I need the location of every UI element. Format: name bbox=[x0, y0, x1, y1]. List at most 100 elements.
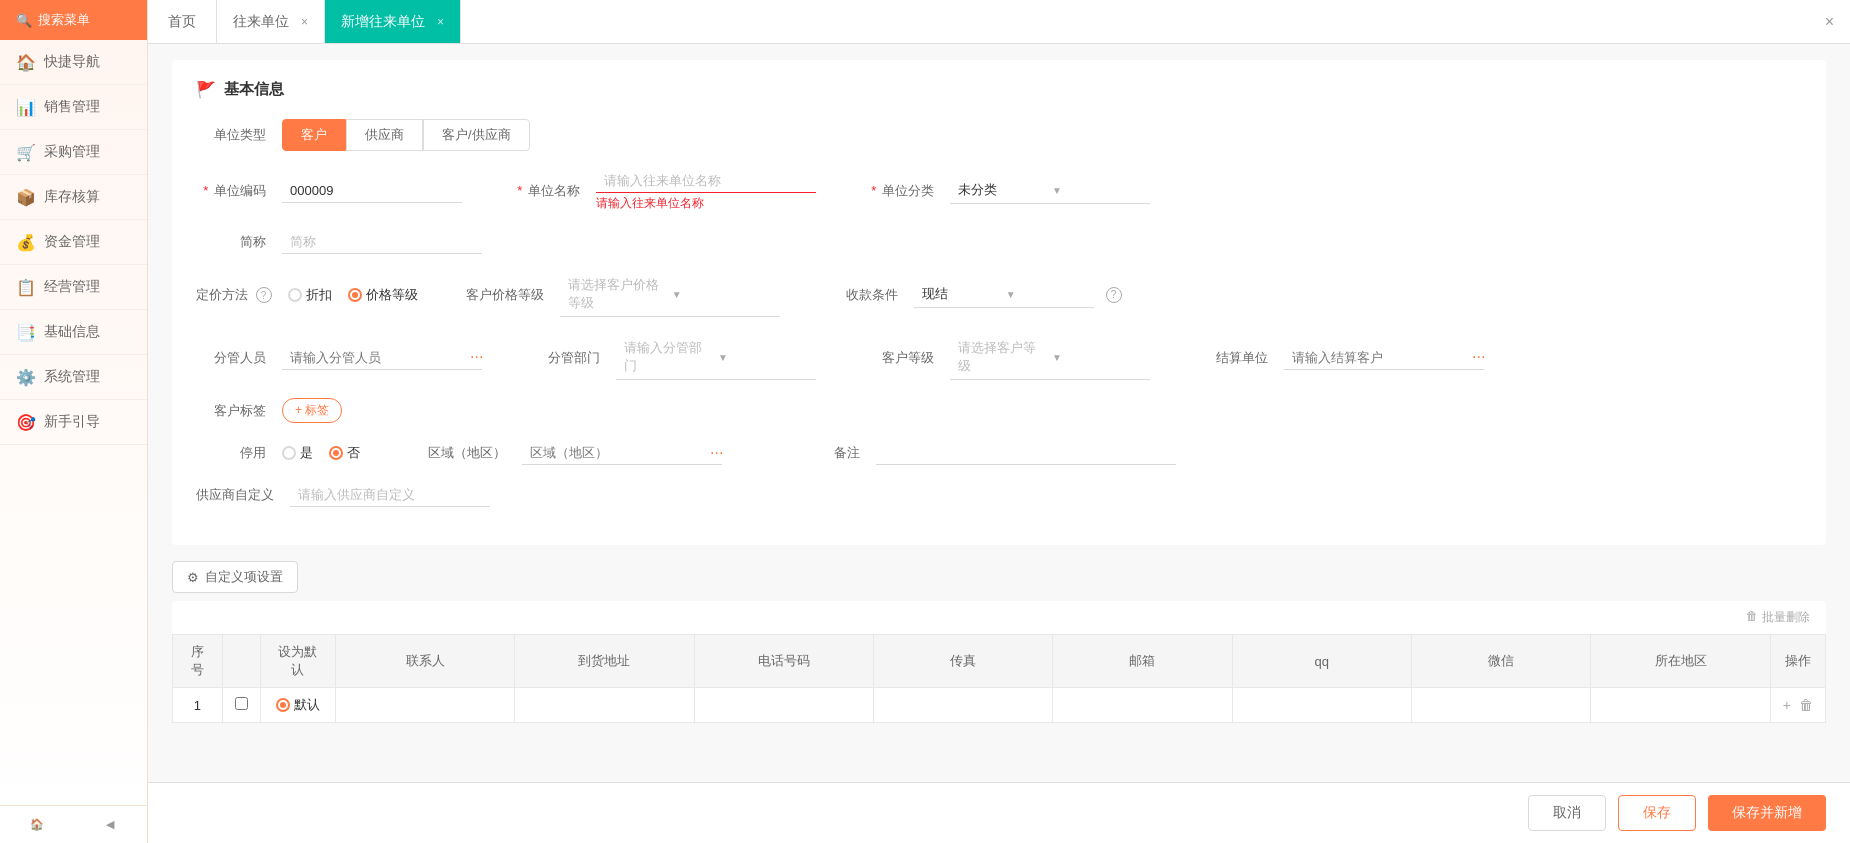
row-region-input[interactable] bbox=[1603, 698, 1757, 713]
short-name-input[interactable] bbox=[282, 230, 482, 254]
btn-supplier[interactable]: 供应商 bbox=[346, 119, 423, 151]
th-phone: 电话号码 bbox=[694, 635, 873, 688]
th-qq: qq bbox=[1232, 635, 1411, 688]
contacts-table-section: 🗑 批量删除 序号 设为默认 联系人 到货地址 电话号码 传真 邮箱 qq bbox=[172, 601, 1826, 723]
customer-price-select[interactable]: 请选择客户价格等级 ▼ bbox=[560, 272, 780, 317]
sidebar-item-label: 库存核算 bbox=[44, 188, 100, 206]
customer-level-select[interactable]: 请选择客户等级 ▼ bbox=[950, 335, 1150, 380]
tab-home-label: 首页 bbox=[168, 13, 196, 31]
default-radio-cell[interactable]: 默认 bbox=[273, 696, 323, 714]
settlement-label: 结算单位 bbox=[1198, 349, 1268, 367]
td-contact[interactable] bbox=[335, 688, 514, 723]
customer-level-label: 客户等级 bbox=[864, 349, 934, 367]
tab-new-contact[interactable]: 新增往来单位 × bbox=[325, 0, 461, 43]
td-wechat[interactable] bbox=[1412, 688, 1591, 723]
unit-code-name-row: * 单位编码 * 单位名称 请输入往来单位名称 * 单位分类 bbox=[196, 169, 1802, 212]
supplier-custom-label: 供应商自定义 bbox=[196, 486, 274, 504]
wechat-input[interactable] bbox=[1424, 698, 1578, 713]
td-region[interactable] bbox=[1591, 688, 1770, 723]
td-phone[interactable] bbox=[694, 688, 873, 723]
tab-home[interactable]: 首页 bbox=[148, 0, 217, 43]
pricing-level-label: 价格等级 bbox=[366, 286, 418, 304]
tab-contacts-close[interactable]: × bbox=[301, 15, 308, 29]
sidebar-item-finance[interactable]: 💰 资金管理 bbox=[0, 220, 147, 265]
region-input[interactable] bbox=[522, 441, 706, 464]
chart-icon: 📊 bbox=[16, 97, 36, 117]
disable-no-label: 否 bbox=[347, 444, 360, 462]
supplier-custom-input[interactable] bbox=[290, 483, 490, 507]
phone-input[interactable] bbox=[707, 698, 861, 713]
settlement-input[interactable] bbox=[1284, 346, 1468, 369]
td-checkbox[interactable] bbox=[222, 688, 260, 723]
unit-code-input[interactable] bbox=[282, 179, 462, 203]
settlement-input-group: ··· bbox=[1284, 346, 1484, 370]
sidebar-home-btn[interactable]: 🏠 bbox=[0, 806, 74, 843]
sidebar-item-basic[interactable]: 📑 基础信息 bbox=[0, 310, 147, 355]
sidebar-item-quick-nav[interactable]: 🏠 快捷导航 bbox=[0, 40, 147, 85]
sidebar-item-purchase[interactable]: 🛒 采购管理 bbox=[0, 130, 147, 175]
manager-input-group: ··· bbox=[282, 346, 482, 370]
chevron-down-icon: ▼ bbox=[1052, 185, 1142, 196]
email-input[interactable] bbox=[1065, 698, 1219, 713]
bottom-bar: 取消 保存 保存并新增 bbox=[148, 782, 1850, 843]
td-qq[interactable] bbox=[1232, 688, 1411, 723]
manager-input[interactable] bbox=[282, 346, 466, 369]
remark-input[interactable] bbox=[876, 441, 1176, 465]
pricing-level[interactable]: 价格等级 bbox=[348, 286, 418, 304]
td-fax[interactable] bbox=[873, 688, 1052, 723]
row-checkbox[interactable] bbox=[235, 697, 248, 710]
contact-input[interactable] bbox=[348, 698, 502, 713]
th-region: 所在地区 bbox=[1591, 635, 1770, 688]
payment-select[interactable]: 现结 ▼ bbox=[914, 281, 1094, 308]
disable-label: 停用 bbox=[196, 444, 266, 462]
tab-new-contact-close[interactable]: × bbox=[437, 15, 444, 29]
disable-no[interactable]: 否 bbox=[329, 444, 360, 462]
pricing-help-icon[interactable]: ? bbox=[256, 287, 272, 303]
gear-icon: ⚙️ bbox=[16, 367, 36, 387]
add-tag-btn[interactable]: + 标签 bbox=[282, 398, 342, 423]
window-close-btn[interactable]: × bbox=[1809, 0, 1850, 43]
sidebar-item-label: 基础信息 bbox=[44, 323, 100, 341]
pricing-discount[interactable]: 折扣 bbox=[288, 286, 332, 304]
btn-customer[interactable]: 客户 bbox=[282, 119, 346, 151]
manager-more-btn[interactable]: ··· bbox=[466, 348, 487, 366]
department-select[interactable]: 请输入分管部门 ▼ bbox=[616, 335, 816, 380]
tab-contacts[interactable]: 往来单位 × bbox=[217, 0, 325, 43]
sidebar-search[interactable]: 🔍 搜索菜单 bbox=[0, 0, 147, 40]
batch-delete-btn[interactable]: 批量删除 bbox=[1762, 609, 1810, 626]
sidebar-item-inventory[interactable]: 📦 库存核算 bbox=[0, 175, 147, 220]
tab-new-contact-label: 新增往来单位 bbox=[341, 13, 425, 31]
sidebar-item-newbie[interactable]: 🎯 新手引导 bbox=[0, 400, 147, 445]
contacts-table: 序号 设为默认 联系人 到货地址 电话号码 传真 邮箱 qq 微信 所在地区 操… bbox=[172, 634, 1826, 723]
unit-type-row: 单位类型 客户 供应商 客户/供应商 bbox=[196, 119, 1802, 151]
save-new-button[interactable]: 保存并新增 bbox=[1708, 795, 1826, 831]
td-address[interactable] bbox=[515, 688, 694, 723]
sidebar-item-operations[interactable]: 📋 经营管理 bbox=[0, 265, 147, 310]
unit-type-label: 单位类型 bbox=[196, 126, 266, 144]
td-email[interactable] bbox=[1053, 688, 1232, 723]
settlement-more-btn[interactable]: ··· bbox=[1468, 348, 1489, 366]
add-row-btn[interactable]: + bbox=[1783, 697, 1791, 713]
cancel-button[interactable]: 取消 bbox=[1528, 795, 1606, 831]
short-name-label: 简称 bbox=[196, 233, 266, 251]
section-title: 🚩 基本信息 bbox=[196, 80, 1802, 99]
delete-row-btn[interactable]: 🗑 bbox=[1799, 697, 1813, 713]
btn-both[interactable]: 客户/供应商 bbox=[423, 119, 530, 151]
customize-settings-btn[interactable]: ⚙ 自定义项设置 bbox=[172, 561, 298, 593]
fax-input[interactable] bbox=[886, 698, 1040, 713]
payment-help-icon[interactable]: ? bbox=[1106, 287, 1122, 303]
qq-input[interactable] bbox=[1245, 698, 1399, 713]
unit-name-input[interactable] bbox=[596, 169, 816, 193]
search-icon: 🔍 bbox=[16, 13, 32, 28]
sidebar-expand-btn[interactable]: ◀ bbox=[74, 806, 148, 843]
save-button[interactable]: 保存 bbox=[1618, 795, 1696, 831]
sidebar-item-sales[interactable]: 📊 销售管理 bbox=[0, 85, 147, 130]
region-more-btn[interactable]: ··· bbox=[706, 444, 727, 462]
sidebar-item-system[interactable]: ⚙️ 系统管理 bbox=[0, 355, 147, 400]
chevron-down-icon5: ▼ bbox=[1052, 352, 1142, 363]
address-input[interactable] bbox=[527, 698, 681, 713]
cart-icon: 🛒 bbox=[16, 142, 36, 162]
disable-yes[interactable]: 是 bbox=[282, 444, 313, 462]
customer-level-placeholder: 请选择客户等级 bbox=[958, 339, 1048, 375]
unit-category-select[interactable]: 未分类 ▼ bbox=[950, 177, 1150, 204]
